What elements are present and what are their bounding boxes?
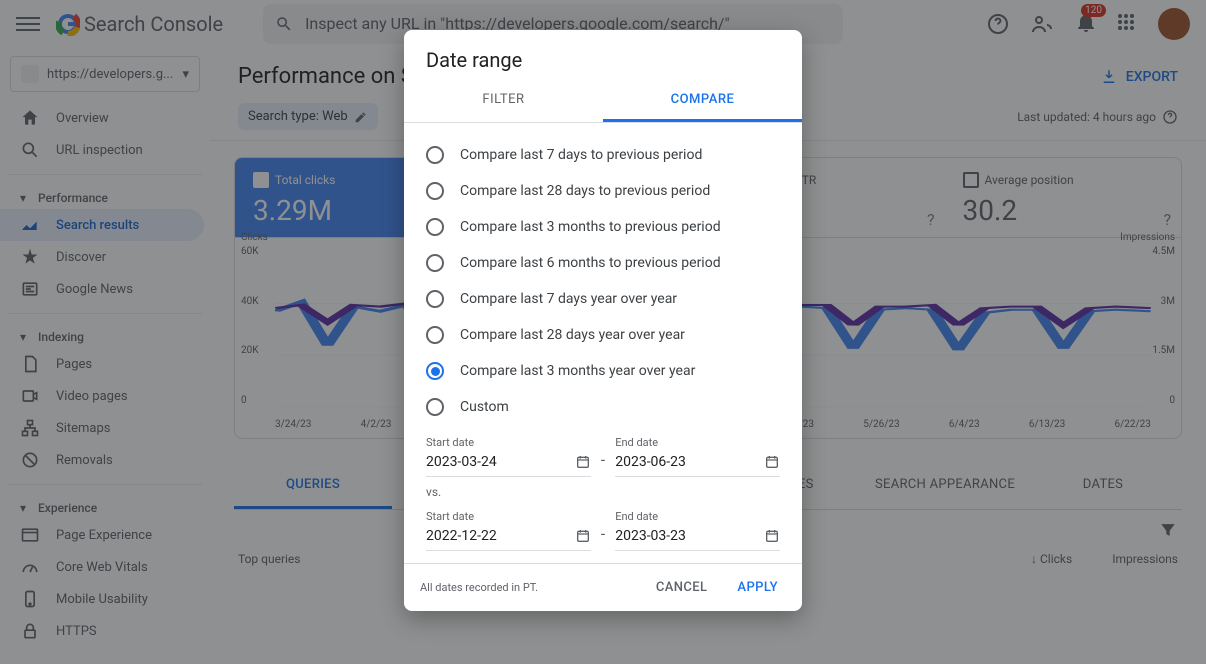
date-separator: - <box>601 450 605 477</box>
compare-option-4[interactable]: Compare last 7 days year over year <box>426 281 780 317</box>
modal-body: Compare last 7 days to previous period C… <box>404 123 802 563</box>
end-date-1[interactable]: End date 2023-06-23 <box>615 431 780 477</box>
radio-icon <box>426 146 444 164</box>
compare-option-2[interactable]: Compare last 3 months to previous period <box>426 209 780 245</box>
modal-footer: All dates recorded in PT. CANCEL APPLY <box>404 563 802 611</box>
modal-scrim[interactable]: Date range FILTER COMPARE Compare last 7… <box>0 0 1206 664</box>
compare-option-0[interactable]: Compare last 7 days to previous period <box>426 137 780 173</box>
end-date-2[interactable]: End date 2023-03-23 <box>615 505 780 551</box>
modal-title: Date range <box>404 30 802 80</box>
date-range-1: Start date 2023-03-24 - End date 2023-06… <box>426 431 780 477</box>
modal-tab-filter[interactable]: FILTER <box>404 80 603 122</box>
compare-option-3[interactable]: Compare last 6 months to previous period <box>426 245 780 281</box>
radio-icon <box>426 398 444 416</box>
compare-option-1[interactable]: Compare last 28 days to previous period <box>426 173 780 209</box>
radio-icon <box>426 326 444 344</box>
radio-icon <box>426 182 444 200</box>
start-date-1[interactable]: Start date 2023-03-24 <box>426 431 591 477</box>
cancel-button[interactable]: CANCEL <box>648 574 716 601</box>
date-range-dialog: Date range FILTER COMPARE Compare last 7… <box>404 30 802 611</box>
calendar-icon <box>575 528 591 544</box>
radio-selected-icon <box>426 362 444 380</box>
calendar-icon <box>764 454 780 470</box>
calendar-icon <box>764 528 780 544</box>
compare-option-6[interactable]: Compare last 3 months year over year <box>426 353 780 389</box>
compare-option-5[interactable]: Compare last 28 days year over year <box>426 317 780 353</box>
apply-button[interactable]: APPLY <box>729 574 786 601</box>
radio-icon <box>426 218 444 236</box>
date-separator: - <box>601 524 605 551</box>
radio-icon <box>426 290 444 308</box>
radio-icon <box>426 254 444 272</box>
vs-label: vs. <box>426 485 780 499</box>
date-range-2: Start date 2022-12-22 - End date 2023-03… <box>426 505 780 551</box>
modal-note: All dates recorded in PT. <box>420 581 538 594</box>
modal-tabs: FILTER COMPARE <box>404 80 802 123</box>
start-date-2[interactable]: Start date 2022-12-22 <box>426 505 591 551</box>
compare-option-custom[interactable]: Custom <box>426 389 780 425</box>
calendar-icon <box>575 454 591 470</box>
modal-tab-compare[interactable]: COMPARE <box>603 80 802 122</box>
